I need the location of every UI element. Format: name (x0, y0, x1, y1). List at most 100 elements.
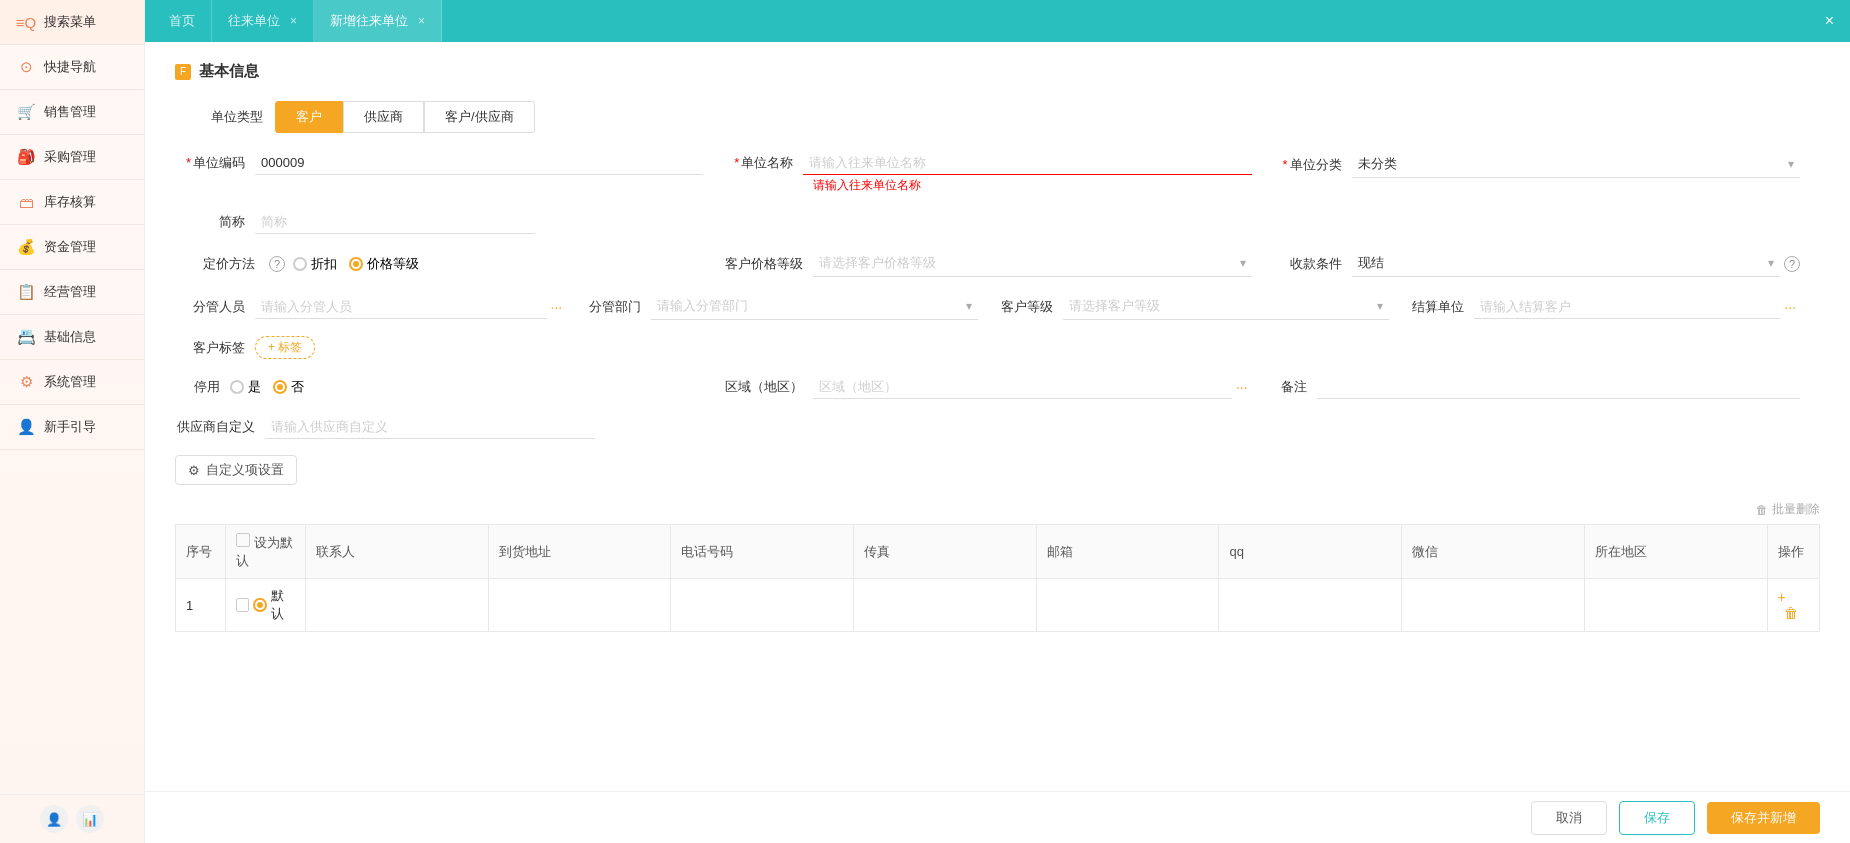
sidebar-item-new-guide[interactable]: 👤 新手引导 (0, 405, 144, 450)
custom-settings-button[interactable]: ⚙ 自定义项设置 (175, 455, 297, 485)
phone-input[interactable] (681, 598, 843, 613)
unit-category-select[interactable]: 未分类 ▾ (1352, 151, 1800, 178)
sidebar-item-label: 经营管理 (44, 283, 96, 301)
add-row-btn[interactable]: + (1778, 589, 1786, 605)
sidebar-item-sales[interactable]: 🛒 销售管理 (0, 90, 144, 135)
sidebar-item-basic-info[interactable]: 📇 基础信息 (0, 315, 144, 360)
customer-price-level-select[interactable]: 请选择客户价格等级 ▾ (813, 250, 1251, 277)
cell-address[interactable] (488, 579, 671, 632)
settlement-more-btn[interactable]: ··· (1780, 299, 1800, 315)
sidebar-item-label: 系统管理 (44, 373, 96, 391)
save-button[interactable]: 保存 (1619, 801, 1695, 835)
gear-icon: ⚙ (188, 463, 200, 478)
user-avatar[interactable]: 👤 (40, 805, 68, 833)
section-title: 基本信息 (199, 62, 259, 81)
region-input[interactable] (813, 375, 1232, 399)
tab-new-contact-close[interactable]: × (418, 14, 425, 28)
radio-yes[interactable]: 是 (230, 378, 261, 396)
delete-row-btn[interactable]: 🗑 (1784, 605, 1798, 621)
tab-home-label: 首页 (169, 12, 195, 30)
manager-input[interactable] (255, 295, 547, 319)
email-input[interactable] (1047, 598, 1209, 613)
short-name-input[interactable] (255, 210, 535, 234)
main-content: 首页 往来单位 × 新增往来单位 × × F 基本信息 单位类型 客户 供应商 … (145, 0, 1850, 843)
save-and-new-button[interactable]: 保存并新增 (1707, 802, 1820, 834)
sidebar-item-label: 资金管理 (44, 238, 96, 256)
stats-icon[interactable]: 📊 (76, 805, 104, 833)
field-disabled: 停用 是 否 (175, 378, 703, 396)
radio-yes-label: 是 (248, 378, 261, 396)
payment-terms-select[interactable]: 现结 ▾ (1352, 250, 1780, 277)
row-default-radio[interactable]: 默认 (253, 587, 295, 623)
tab-new-contact[interactable]: 新增往来单位 × (314, 0, 442, 42)
pricing-method-label: 定价方法 (175, 255, 265, 273)
cancel-button[interactable]: 取消 (1531, 801, 1607, 835)
col-address: 到货地址 (488, 525, 671, 579)
radio-discount[interactable]: 折扣 (293, 255, 337, 273)
cell-wechat[interactable] (1402, 579, 1585, 632)
sidebar-item-system[interactable]: ⚙ 系统管理 (0, 360, 144, 405)
manager-more-btn[interactable]: ··· (547, 299, 567, 315)
cell-contact[interactable] (306, 579, 489, 632)
radio-discount-circle (293, 257, 307, 271)
sidebar-item-search[interactable]: ≡Q 搜索菜单 (0, 0, 144, 45)
batch-delete-icon: 🗑 (1756, 503, 1768, 517)
col-seq: 序号 (176, 525, 226, 579)
row-checkbox[interactable] (236, 598, 249, 612)
region-more-btn[interactable]: ··· (1232, 379, 1252, 395)
basic-info-icon: 📇 (16, 327, 36, 347)
unit-type-supplier[interactable]: 供应商 (343, 101, 424, 133)
contact-table: 序号 设为默认 联系人 到货地址 电话号码 传真 邮箱 qq 微信 所在地区 操… (175, 524, 1820, 632)
sidebar-item-inventory[interactable]: 🗃 库存核算 (0, 180, 144, 225)
unit-code-input[interactable] (255, 151, 703, 175)
sidebar-item-label: 库存核算 (44, 193, 96, 211)
supplier-custom-label: 供应商自定义 (175, 418, 265, 436)
qq-input[interactable] (1229, 598, 1391, 613)
unit-type-both[interactable]: 客户/供应商 (424, 101, 535, 133)
unit-name-input[interactable] (803, 151, 1251, 175)
unit-name-label: 单位名称 (723, 154, 803, 172)
sidebar-item-operations[interactable]: 📋 经营管理 (0, 270, 144, 315)
cell-phone[interactable] (671, 579, 854, 632)
radio-price-level[interactable]: 价格等级 (349, 255, 419, 273)
row-short-name: 简称 (175, 210, 1820, 234)
customer-price-level-label: 客户价格等级 (723, 255, 813, 273)
table-row: 1 默认 (176, 579, 1820, 632)
customer-level-select[interactable]: 请选择客户等级 ▾ (1063, 293, 1389, 320)
payment-help-icon[interactable]: ? (1784, 256, 1800, 272)
wechat-input[interactable] (1412, 598, 1574, 613)
field-unit-name: 单位名称 请输入往来单位名称 (723, 151, 1251, 194)
sales-icon: 🛒 (16, 102, 36, 122)
contact-input[interactable] (316, 598, 478, 613)
col-contact: 联系人 (306, 525, 489, 579)
row-unit-info: 单位编码 单位名称 请输入往来单位名称 单位分类 未分类 ▾ (175, 151, 1820, 194)
radio-yes-circle (230, 380, 244, 394)
sidebar-item-quick-nav[interactable]: ⊙ 快捷导航 (0, 45, 144, 90)
batch-delete-label[interactable]: 批量删除 (1772, 501, 1820, 518)
tab-contacts-close[interactable]: × (290, 14, 297, 28)
remark-input[interactable] (1317, 375, 1800, 399)
pricing-help-icon[interactable]: ? (269, 256, 285, 272)
window-close-button[interactable]: × (1817, 12, 1842, 30)
header-checkbox[interactable] (236, 533, 250, 547)
tab-contacts[interactable]: 往来单位 × (212, 0, 314, 42)
supplier-custom-input[interactable] (265, 415, 595, 439)
address-input[interactable] (499, 598, 661, 613)
tab-home[interactable]: 首页 (153, 0, 212, 42)
region-table-input[interactable] (1595, 598, 1757, 613)
add-tag-button[interactable]: + 标签 (255, 336, 315, 359)
unit-type-customer[interactable]: 客户 (275, 101, 343, 133)
short-name-label: 简称 (175, 213, 255, 231)
cell-region[interactable] (1584, 579, 1767, 632)
radio-no[interactable]: 否 (273, 378, 304, 396)
remark-label: 备注 (1272, 378, 1317, 396)
fax-input[interactable] (864, 598, 1026, 613)
sidebar-item-finance[interactable]: 💰 资金管理 (0, 225, 144, 270)
cell-email[interactable] (1036, 579, 1219, 632)
settlement-input[interactable] (1474, 295, 1781, 319)
department-select[interactable]: 请输入分管部门 ▾ (651, 293, 977, 320)
cell-qq[interactable] (1219, 579, 1402, 632)
department-label: 分管部门 (586, 298, 651, 316)
sidebar-item-purchase[interactable]: 🎒 采购管理 (0, 135, 144, 180)
cell-fax[interactable] (854, 579, 1037, 632)
